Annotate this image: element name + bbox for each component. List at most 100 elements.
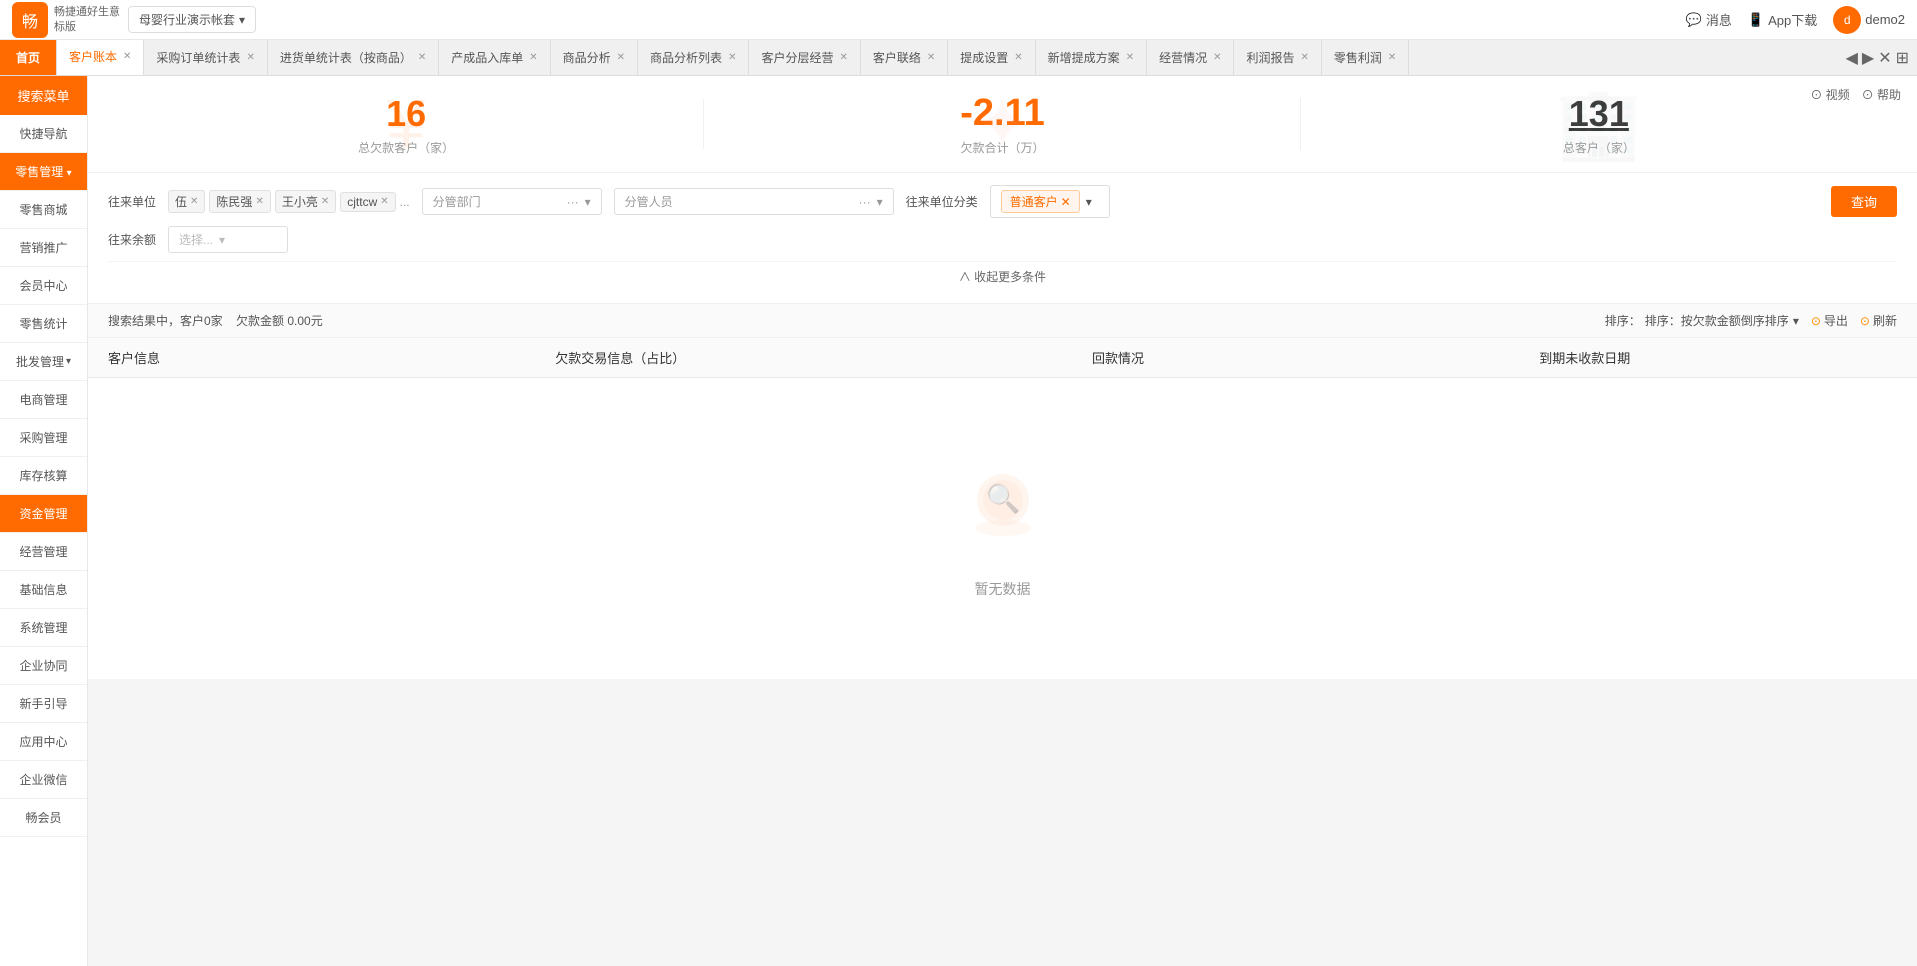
- close-icon[interactable]: ✕: [1014, 52, 1022, 63]
- category-selected-tag[interactable]: 普通客户 ✕: [1001, 190, 1080, 213]
- refresh-button[interactable]: ⊙ 刷新: [1860, 312, 1897, 329]
- expand-icon: ···: [859, 195, 871, 209]
- balance-filter-label: 往来余额: [108, 231, 156, 248]
- tab-nav-end: ◀ ▶ ✕ ⊞: [1838, 48, 1917, 68]
- unit-tag-chen[interactable]: 陈民强 ✕: [209, 190, 270, 213]
- sidebar-item-app-center[interactable]: 应用中心: [0, 723, 87, 761]
- close-icon[interactable]: ✕: [1213, 52, 1221, 63]
- user-area[interactable]: d demo2: [1833, 6, 1905, 34]
- query-button[interactable]: 查询: [1831, 186, 1897, 217]
- unit-filter-label: 往来单位: [108, 193, 156, 210]
- account-selector[interactable]: 母婴行业演示帐套 ▾: [128, 6, 256, 33]
- top-bar: 畅 畅捷通好生意 标版 母婴行业演示帐套 ▾ 💬 消息 📱 App下载 d de…: [0, 0, 1917, 40]
- close-icon[interactable]: ✕: [617, 52, 625, 63]
- unit-tag-more[interactable]: ...: [400, 195, 410, 209]
- tab-prev-icon[interactable]: ◀: [1846, 48, 1858, 68]
- sidebar-item-wholesale-mgmt[interactable]: 批发管理 ▾: [0, 343, 87, 381]
- sidebar-item-member-center[interactable]: 会员中心: [0, 267, 87, 305]
- total-clients-label: 总客户（家）: [1301, 139, 1897, 156]
- sort-button[interactable]: 排序： 排序：按欠款金额倒序排序 ▾: [1605, 312, 1799, 329]
- balance-filter[interactable]: 选择... ▾: [168, 226, 288, 253]
- tab-customer-contact[interactable]: 客户联络 ✕: [861, 40, 948, 76]
- message-btn[interactable]: 💬 消息: [1686, 10, 1732, 29]
- unit-tag-cjttcw[interactable]: cjttcw ✕: [340, 192, 395, 212]
- logo-area: 畅 畅捷通好生意 标版: [12, 2, 120, 38]
- sidebar-item-corp-wechat[interactable]: 企业微信: [0, 761, 87, 799]
- sidebar-item-sys-mgmt[interactable]: 系统管理: [0, 609, 87, 647]
- close-icon[interactable]: ✕: [728, 52, 736, 63]
- tab-close-all-icon[interactable]: ✕: [1878, 48, 1891, 68]
- remove-tag-icon[interactable]: ✕: [1061, 195, 1071, 209]
- dept-filter[interactable]: 分管部门 ··· ▾: [422, 188, 602, 215]
- sidebar-item-inventory[interactable]: 库存核算: [0, 457, 87, 495]
- close-icon[interactable]: ✕: [927, 52, 935, 63]
- sidebar-item-finance-mgmt[interactable]: 资金管理: [0, 495, 87, 533]
- tab-goods-analysis[interactable]: 商品分析 ✕: [551, 40, 638, 76]
- sidebar-search[interactable]: 搜索菜单: [0, 76, 87, 115]
- close-icon[interactable]: ✕: [839, 52, 847, 63]
- download-btn[interactable]: 📱 App下载: [1748, 10, 1817, 29]
- top-bar-left: 畅 畅捷通好生意 标版 母婴行业演示帐套 ▾: [12, 2, 256, 38]
- sidebar-item-marketing[interactable]: 营销推广: [0, 229, 87, 267]
- page-header-stats: ⊙ 视频 ⊙ 帮助 ¥ 16 总欠款客户（家） ✦ -2.11 欠款合计（万） …: [88, 76, 1917, 173]
- sidebar-item-corp-collab[interactable]: 企业协同: [0, 647, 87, 685]
- sidebar-item-biz-mgmt[interactable]: 经营管理: [0, 533, 87, 571]
- chevron-down-icon: ▾: [219, 233, 225, 247]
- filter-row-2: 往来余额 选择... ▾: [108, 226, 1897, 253]
- unit-tag-wang[interactable]: 王小亮 ✕: [275, 190, 336, 213]
- remove-tag-icon[interactable]: ✕: [190, 196, 198, 207]
- close-icon[interactable]: ✕: [1126, 52, 1134, 63]
- chevron-down-icon: ▾: [1086, 195, 1092, 209]
- sidebar-item-ecommerce-mgmt[interactable]: 电商管理: [0, 381, 87, 419]
- tab-customer-tier[interactable]: 客户分层经营 ✕: [749, 40, 860, 76]
- tab-home[interactable]: 首页: [0, 40, 57, 76]
- result-text: 搜索结果中，客户0家 欠款金额 0.00元: [108, 312, 323, 329]
- top-bar-right: 💬 消息 📱 App下载 d demo2: [1686, 6, 1905, 34]
- tab-expand-icon[interactable]: ⊞: [1896, 48, 1909, 68]
- tab-profit-report[interactable]: 利润报告 ✕: [1234, 40, 1321, 76]
- content-area: ⊙ 视频 ⊙ 帮助 ¥ 16 总欠款客户（家） ✦ -2.11 欠款合计（万） …: [88, 76, 1917, 966]
- chevron-down-icon: ▾: [1793, 314, 1799, 328]
- unit-tag-wu[interactable]: 伍 ✕: [168, 190, 205, 213]
- tab-product-stock[interactable]: 产成品入库单 ✕: [439, 40, 550, 76]
- sidebar-item-retail-mall[interactable]: 零售商城: [0, 191, 87, 229]
- tab-next-icon[interactable]: ▶: [1862, 48, 1874, 68]
- tab-new-raise[interactable]: 新增提成方案 ✕: [1036, 40, 1147, 76]
- category-filter[interactable]: 普通客户 ✕ ▾: [990, 185, 1110, 218]
- chevron-down-icon: ▾: [239, 13, 245, 27]
- col-header-repay: 回款情况: [1092, 348, 1539, 367]
- result-bar: 搜索结果中，客户0家 欠款金额 0.00元 排序： 排序：按欠款金额倒序排序 ▾…: [88, 304, 1917, 338]
- table-header: 客户信息 欠款交易信息（占比） 回款情况 到期未收款日期: [88, 338, 1917, 378]
- close-icon[interactable]: ✕: [1388, 52, 1396, 63]
- close-icon[interactable]: ✕: [418, 52, 426, 63]
- remove-tag-icon[interactable]: ✕: [380, 196, 388, 207]
- sidebar-item-retail-mgmt[interactable]: 零售管理 ▾: [0, 153, 87, 191]
- remove-tag-icon[interactable]: ✕: [321, 196, 329, 207]
- close-icon[interactable]: ✕: [1301, 52, 1309, 63]
- sidebar-item-vip-member[interactable]: 畅会员: [0, 799, 87, 837]
- tab-customer-cost[interactable]: 客户账本 ✕: [57, 40, 144, 76]
- chevron-down-icon: ▾: [66, 356, 71, 367]
- collapse-bar[interactable]: ∧ 收起更多条件: [108, 261, 1897, 291]
- sidebar-item-retail-stats[interactable]: 零售统计: [0, 305, 87, 343]
- stat-total-customers: ¥ 16 总欠款客户（家）: [108, 93, 704, 156]
- tab-raise-settings[interactable]: 提成设置 ✕: [948, 40, 1035, 76]
- sidebar-item-basic-info[interactable]: 基础信息: [0, 571, 87, 609]
- tab-stock-stats[interactable]: 进货单统计表（按商品） ✕: [268, 40, 439, 76]
- chevron-down-icon: ▾: [585, 195, 591, 209]
- remove-tag-icon[interactable]: ✕: [255, 196, 263, 207]
- tab-purchase-order[interactable]: 采购订单统计表 ✕: [144, 40, 267, 76]
- close-icon[interactable]: ✕: [246, 52, 254, 63]
- close-icon[interactable]: ✕: [529, 52, 537, 63]
- export-button[interactable]: ⊙ 导出: [1811, 312, 1848, 329]
- sidebar-item-new-guide[interactable]: 新手引导: [0, 685, 87, 723]
- tab-goods-analysis-list[interactable]: 商品分析列表 ✕: [638, 40, 749, 76]
- tab-retail-profit[interactable]: 零售利润 ✕: [1322, 40, 1409, 76]
- close-icon[interactable]: ✕: [123, 51, 131, 62]
- tab-nav: 首页 客户账本 ✕ 采购订单统计表 ✕ 进货单统计表（按商品） ✕ 产成品入库单…: [0, 40, 1917, 76]
- person-filter[interactable]: 分管人员 ··· ▾: [614, 188, 894, 215]
- tab-biz-status[interactable]: 经营情况 ✕: [1147, 40, 1234, 76]
- sidebar-item-purchase-mgmt[interactable]: 采购管理: [0, 419, 87, 457]
- expand-icon: ···: [567, 195, 579, 209]
- sidebar-item-quick-nav[interactable]: 快捷导航: [0, 115, 87, 153]
